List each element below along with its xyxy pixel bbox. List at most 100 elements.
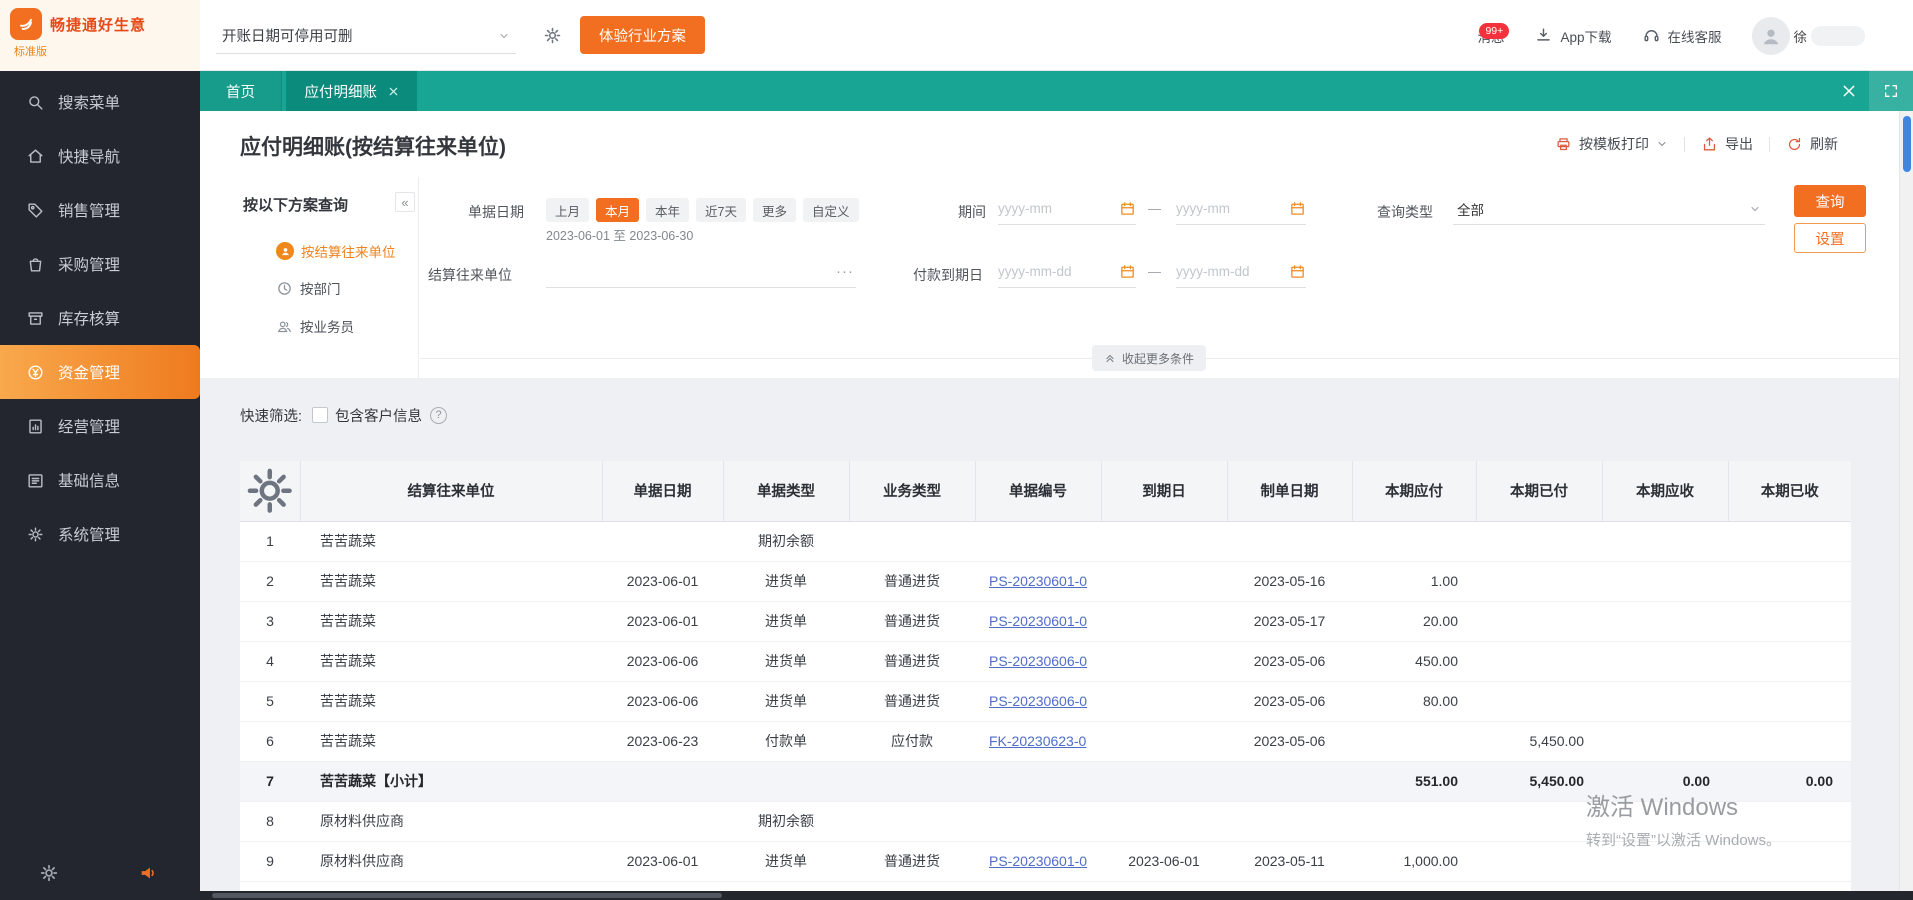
cell-doc-date: 2023-06-23 <box>602 721 723 762</box>
date-chip[interactable]: 自定义 <box>803 198 859 222</box>
col-header-received[interactable]: 本期已收 <box>1728 461 1851 522</box>
date-chip[interactable]: 近7天 <box>696 198 746 222</box>
col-header-doc-type[interactable]: 单据类型 <box>723 461 850 522</box>
collapse-more-conditions[interactable]: 收起更多条件 <box>1092 345 1207 371</box>
table-row[interactable]: 6 苦苦蔬菜 2023-06-23 付款单 应付款 FK-20230623-0 … <box>240 721 1851 762</box>
period-start-input[interactable] <box>998 201 1119 216</box>
calendar-icon[interactable] <box>1289 263 1306 280</box>
table-row[interactable]: 1 苦苦蔬菜 期初余额 <box>240 521 1851 562</box>
settings-button[interactable]: 设置 <box>1794 223 1866 253</box>
fullscreen-button[interactable] <box>1869 71 1913 111</box>
col-header-receivable[interactable]: 本期应收 <box>1602 461 1729 522</box>
due-end-input[interactable] <box>1176 264 1289 279</box>
tab-payable-ledger[interactable]: 应付明细账 <box>286 71 417 111</box>
scheme-item-by-unit[interactable]: 按结算往来单位 <box>200 237 419 265</box>
cell-make-date: 2023-05-06 <box>1227 681 1352 722</box>
doc-no-link[interactable]: PS-20230601-0 <box>989 573 1087 589</box>
col-header-doc-no[interactable]: 单据编号 <box>975 461 1102 522</box>
doc-no-link[interactable]: PS-20230601-0 <box>989 853 1087 869</box>
trial-industry-button[interactable]: 体验行业方案 <box>580 16 705 54</box>
speaker-icon[interactable] <box>138 862 160 884</box>
more-options-icon[interactable]: ··· <box>836 263 856 280</box>
table-row[interactable]: 9 原材料供应商 2023-06-01 进货单 普通进货 PS-20230601… <box>240 841 1851 882</box>
calendar-icon[interactable] <box>1289 200 1306 217</box>
sidebar-item-system[interactable]: 系统管理 <box>0 507 200 561</box>
sidebar-item-funds[interactable]: 资金管理 <box>0 345 200 399</box>
date-chip[interactable]: 本年 <box>646 198 690 222</box>
table-row[interactable]: 7 苦苦蔬菜【小计】 551.00 5,450.00 0.00 0.00 <box>240 761 1851 802</box>
horizontal-scrollbar-thumb[interactable] <box>212 893 722 898</box>
user-menu[interactable]: 徐 <box>1751 16 1865 55</box>
row-number: 3 <box>240 601 300 642</box>
tab-home[interactable]: 首页 <box>200 71 282 111</box>
collapse-panel-icon[interactable]: « <box>395 192 415 212</box>
calendar-icon[interactable] <box>1119 263 1136 280</box>
help-icon[interactable]: ? <box>430 406 448 424</box>
scheme-item-by-salesperson[interactable]: 按业务员 <box>200 312 419 340</box>
table-column-settings[interactable] <box>240 461 301 522</box>
sidebar-item-label: 采购管理 <box>58 257 121 274</box>
col-header-payable[interactable]: 本期应付 <box>1352 461 1477 522</box>
cell-payable: 80.00 <box>1352 681 1476 722</box>
col-header-unit[interactable]: 结算往来单位 <box>300 461 603 522</box>
table-row[interactable]: 5 苦苦蔬菜 2023-06-06 进货单 普通进货 PS-20230606-0… <box>240 681 1851 722</box>
sidebar-item-inventory[interactable]: 库存核算 <box>0 291 200 345</box>
scheme-panel: 按以下方案查询 « 按结算往来单位 按部门 按业务员 <box>200 177 419 378</box>
cell-receivable <box>1602 801 1728 842</box>
horizontal-scrollbar[interactable] <box>200 891 1913 900</box>
col-header-biz-type[interactable]: 业务类型 <box>849 461 976 522</box>
sidebar-item-operations[interactable]: 经营管理 <box>0 399 200 453</box>
query-type-select[interactable]: 全部 <box>1453 193 1765 225</box>
table-body: 1 苦苦蔬菜 期初余额 2 苦苦蔬菜 2023-06-01 进货单 普通进货 P… <box>240 521 1851 892</box>
sidebar-item-base-info[interactable]: 基础信息 <box>0 453 200 507</box>
sidebar-item-quick-nav[interactable]: 快捷导航 <box>0 129 200 183</box>
vertical-scrollbar[interactable] <box>1899 111 1913 891</box>
online-service-button[interactable]: 在线客服 <box>1642 26 1722 46</box>
export-button[interactable]: 导出 <box>1701 134 1753 154</box>
cell-receivable: 0.00 <box>1602 761 1728 802</box>
col-header-paid[interactable]: 本期已付 <box>1476 461 1603 522</box>
doc-no-link[interactable]: PS-20230601-0 <box>989 613 1087 629</box>
doc-no-link[interactable]: PS-20230606-0 <box>989 653 1087 669</box>
table-row[interactable]: 2 苦苦蔬菜 2023-06-01 进货单 普通进货 PS-20230601-0… <box>240 561 1851 602</box>
settings-gear-icon[interactable] <box>38 862 60 884</box>
sidebar-item-search-menu[interactable]: 搜索菜单 <box>0 75 200 129</box>
col-header-due-date[interactable]: 到期日 <box>1101 461 1228 522</box>
app-download-button[interactable]: App下载 <box>1534 26 1612 46</box>
search-button[interactable]: 查询 <box>1794 185 1866 217</box>
table-row[interactable]: 4 苦苦蔬菜 2023-06-06 进货单 普通进货 PS-20230606-0… <box>240 641 1851 682</box>
messages-button[interactable]: 99+ 消息 <box>1470 22 1510 46</box>
cell-received <box>1728 641 1851 682</box>
unit-input[interactable] <box>546 264 836 279</box>
account-set-select[interactable]: 开账日期可停用可删 <box>216 18 516 54</box>
refresh-icon <box>1786 136 1803 153</box>
tab-close-icon[interactable] <box>388 86 399 97</box>
sidebar-item-purchase[interactable]: 采购管理 <box>0 237 200 291</box>
calendar-icon[interactable] <box>1119 200 1136 217</box>
table-row[interactable]: 3 苦苦蔬菜 2023-06-01 进货单 普通进货 PS-20230601-0… <box>240 601 1851 642</box>
col-header-make-date[interactable]: 制单日期 <box>1227 461 1353 522</box>
doc-no-link[interactable]: FK-20230623-0 <box>989 733 1086 749</box>
topbar-gear-icon[interactable] <box>542 25 563 46</box>
period-end-input[interactable] <box>1176 201 1289 216</box>
cell-biz-type: 普通进货 <box>849 561 975 602</box>
doc-no-link[interactable]: PS-20230606-0 <box>989 693 1087 709</box>
sidebar-item-sales[interactable]: 销售管理 <box>0 183 200 237</box>
date-chip[interactable]: 更多 <box>753 198 797 222</box>
vertical-scrollbar-thumb[interactable] <box>1903 116 1911 172</box>
cell-make-date: 2023-05-06 <box>1227 721 1352 762</box>
row-number: 8 <box>240 801 300 842</box>
date-chip[interactable]: 上月 <box>546 198 590 222</box>
cell-paid: 5,450.00 <box>1476 721 1602 762</box>
table-row[interactable]: 8 原材料供应商 期初余额 <box>240 801 1851 842</box>
col-header-doc-date[interactable]: 单据日期 <box>602 461 724 522</box>
date-chip[interactable]: 本月 <box>596 198 640 222</box>
cell-receivable <box>1602 841 1728 882</box>
print-by-template-button[interactable]: 按模板打印 <box>1555 134 1668 154</box>
scheme-item-by-department[interactable]: 按部门 <box>200 274 419 302</box>
due-start-input[interactable] <box>998 264 1119 279</box>
archive-icon <box>26 309 45 328</box>
close-all-tabs-icon[interactable] <box>1841 83 1857 99</box>
include-customer-checkbox[interactable] <box>312 407 329 423</box>
refresh-button[interactable]: 刷新 <box>1786 134 1838 154</box>
